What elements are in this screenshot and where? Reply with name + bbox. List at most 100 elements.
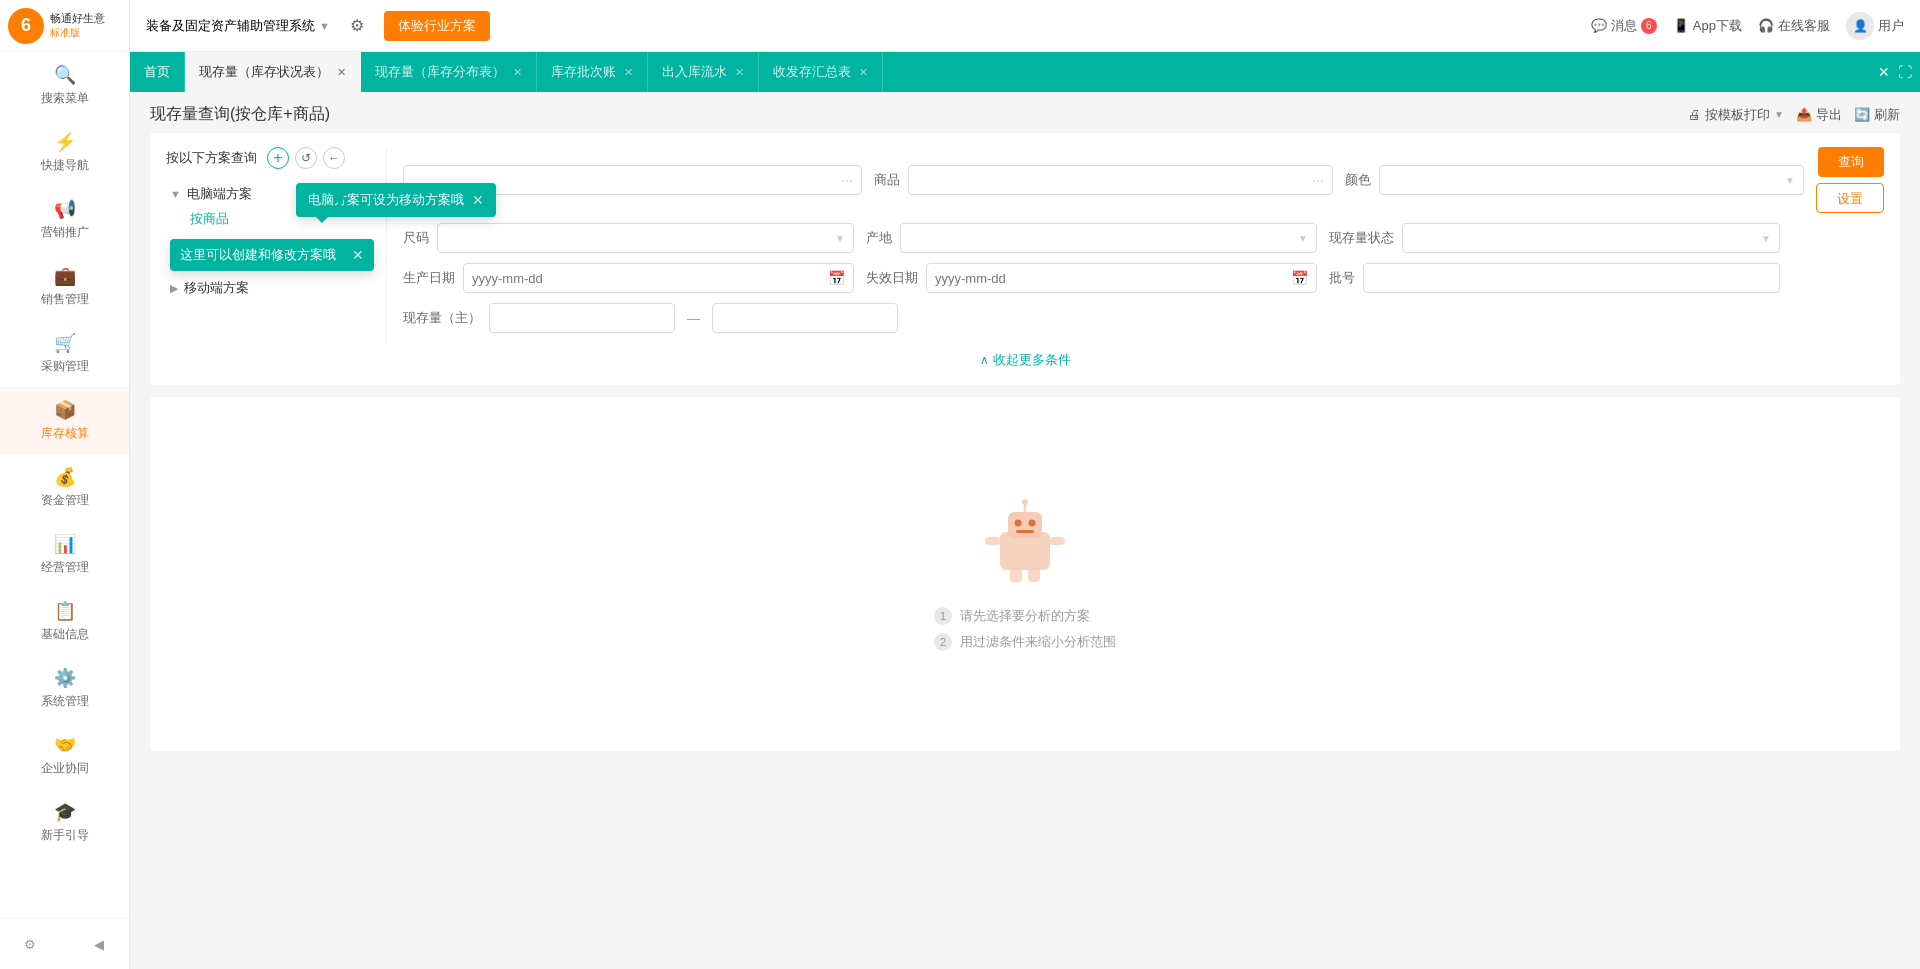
print-icon: 🖨 (1688, 107, 1701, 122)
logo-icon: 6 (8, 8, 44, 44)
reset-button[interactable]: 设置 (1816, 183, 1884, 213)
main-area: 装备及固定资产辅助管理系统 ▼ ⚙ 体验行业方案 💬 消息 6 📱 App下载 … (130, 0, 1920, 969)
tab-home[interactable]: 首页 (130, 52, 185, 92)
sidebar-label-operations: 经营管理 (41, 559, 89, 576)
tab-stock-dist-close[interactable]: ✕ (513, 66, 522, 79)
query-label: 按以下方案查询 (166, 149, 257, 167)
refresh-scheme-button[interactable]: ↺ (295, 147, 317, 169)
tab-inout-flow-close[interactable]: ✕ (735, 66, 744, 79)
production-date-label: 生产日期 (403, 269, 455, 287)
settings-footer-button[interactable]: ⚙ (10, 929, 50, 959)
empty-state: 1 请先选择要分析的方案 2 用过滤条件来缩小分析范围 (150, 437, 1900, 711)
size-dropdown-icon: ▼ (835, 233, 845, 244)
mobile-scheme-label: 移动端方案 (184, 279, 249, 297)
goods-select[interactable]: ··· (908, 165, 1333, 195)
tab-stock-status[interactable]: 现存量（库存状况表） ✕ (185, 52, 361, 92)
filter-expiry-date: 失效日期 📅 (866, 263, 1317, 293)
empty-illustration (980, 497, 1070, 587)
user-button[interactable]: 👤 用户 (1846, 12, 1904, 40)
color-select[interactable]: ▼ (1379, 165, 1804, 195)
online-support-button[interactable]: 🎧 在线客服 (1758, 17, 1830, 35)
stock-qty-max-input[interactable] (712, 303, 898, 333)
expiry-date-input[interactable] (935, 271, 1291, 286)
logo: 6 畅通好生意 标准版 (0, 0, 129, 52)
sidebar-item-enterprise[interactable]: 🤝 企业协同 (0, 722, 129, 789)
sidebar-item-quicknav[interactable]: ⚡ 快捷导航 (0, 119, 129, 186)
sidebar-item-inventory[interactable]: 📦 库存核算 (0, 387, 129, 454)
tab-recv-summary[interactable]: 收发存汇总表 ✕ (759, 52, 883, 92)
tab-recv-summary-close[interactable]: ✕ (859, 66, 868, 79)
mobile-scheme-item[interactable]: ▶ 移动端方案 (170, 275, 386, 301)
industry-button[interactable]: 体验行业方案 (384, 11, 490, 41)
refresh-button[interactable]: 🔄 刷新 (1854, 106, 1900, 124)
sidebar-item-sales[interactable]: 💼 销售管理 (0, 253, 129, 320)
sidebar-label-search: 搜索菜单 (41, 90, 89, 107)
export-label: 导出 (1816, 106, 1842, 124)
close-all-tabs-button[interactable]: ✕ (1878, 64, 1890, 80)
stock-status-select[interactable]: ▼ (1402, 223, 1780, 253)
collapse-sidebar-button[interactable]: ◀ (79, 929, 119, 959)
sidebar-label-marketing: 营销推广 (41, 224, 89, 241)
sidebar-item-purchase[interactable]: 🛒 采购管理 (0, 320, 129, 387)
size-label: 尺码 (403, 229, 429, 247)
edit-tooltip: 这里可以创建和修改方案哦 ✕ (170, 239, 374, 271)
quicknav-icon: ⚡ (54, 131, 76, 153)
svg-point-10 (1022, 499, 1028, 505)
filter-stock-status: 现存量状态 ▼ (1329, 223, 1780, 253)
size-select[interactable]: ▼ (437, 223, 854, 253)
template-print-button[interactable]: 🖨 按模板打印 ▼ (1688, 106, 1784, 124)
sidebar-item-finance[interactable]: 💰 资金管理 (0, 454, 129, 521)
query-button[interactable]: 查询 (1818, 147, 1884, 177)
back-scheme-button[interactable]: ← (323, 147, 345, 169)
sidebar-label-inventory: 库存核算 (41, 425, 89, 442)
stock-qty-min-input[interactable] (489, 303, 675, 333)
tab-batch-ledger[interactable]: 库存批次账 ✕ (537, 52, 648, 92)
svg-rect-8 (1028, 568, 1040, 582)
tab-batch-ledger-close[interactable]: ✕ (624, 66, 633, 79)
inventory-icon: 📦 (54, 399, 76, 421)
query-header: 按以下方案查询 + ↺ ← (166, 147, 386, 169)
tab-inout-flow[interactable]: 出入库流水 ✕ (648, 52, 759, 92)
production-date-calendar-icon[interactable]: 📅 (828, 270, 845, 286)
stock-status-dropdown-icon: ▼ (1761, 233, 1771, 244)
fullscreen-button[interactable]: ⛶ (1898, 64, 1912, 80)
sidebar-item-marketing[interactable]: 📢 营销推广 (0, 186, 129, 253)
system-name: 装备及固定资产辅助管理系统 (146, 17, 315, 35)
scheme-tooltip-close[interactable]: ✕ (472, 192, 484, 208)
batch-no-label: 批号 (1329, 269, 1355, 287)
sidebar-label-finance: 资金管理 (41, 492, 89, 509)
expiry-date-calendar-icon[interactable]: 📅 (1291, 270, 1308, 286)
scheme-tooltip-text: 电脑方案可设为移动方案哦 (308, 191, 464, 209)
sidebar-item-operations[interactable]: 📊 经营管理 (0, 521, 129, 588)
add-scheme-button[interactable]: + (267, 147, 289, 169)
tab-stock-dist[interactable]: 现存量（库存分布表） ✕ (361, 52, 537, 92)
tab-stock-status-close[interactable]: ✕ (337, 66, 346, 79)
query-panel: 按以下方案查询 + ↺ ← 电脑方案可设为移动方案哦 ✕ (150, 133, 1900, 385)
filter-batch-no: 批号 (1329, 263, 1780, 293)
header-settings-button[interactable]: ⚙ (342, 11, 372, 41)
sidebar-item-system[interactable]: ⚙️ 系统管理 (0, 655, 129, 722)
app-download-button[interactable]: 📱 App下载 (1673, 17, 1742, 35)
production-date-input[interactable] (472, 271, 828, 286)
sidebar-item-search[interactable]: 🔍 搜索菜单 (0, 52, 129, 119)
avatar: 👤 (1846, 12, 1874, 40)
collapse-sidebar-icon: ◀ (94, 937, 104, 952)
export-button[interactable]: 📤 导出 (1796, 106, 1842, 124)
sidebar-item-newbie[interactable]: 🎓 新手引导 (0, 789, 129, 856)
edit-tooltip-close[interactable]: ✕ (352, 247, 364, 263)
stock-qty-label: 现存量（主） (403, 309, 481, 327)
print-dropdown-icon: ▼ (1774, 109, 1784, 120)
origin-select[interactable]: ▼ (900, 223, 1317, 253)
collapse-label: 收起更多条件 (993, 351, 1071, 369)
export-icon: 📤 (1796, 107, 1812, 122)
filter-color: 颜色 ▼ (1345, 165, 1804, 195)
messages-button[interactable]: 💬 消息 6 (1591, 17, 1657, 35)
search-icon: 🔍 (54, 64, 76, 86)
sidebar-item-basic[interactable]: 📋 基础信息 (0, 588, 129, 655)
header: 装备及固定资产辅助管理系统 ▼ ⚙ 体验行业方案 💬 消息 6 📱 App下载 … (130, 0, 1920, 52)
system-title[interactable]: 装备及固定资产辅助管理系统 ▼ (146, 17, 330, 35)
origin-label: 产地 (866, 229, 892, 247)
batch-no-input[interactable] (1363, 263, 1780, 293)
collapse-bar[interactable]: ∧ 收起更多条件 (166, 343, 1884, 377)
tab-home-label: 首页 (144, 63, 170, 81)
